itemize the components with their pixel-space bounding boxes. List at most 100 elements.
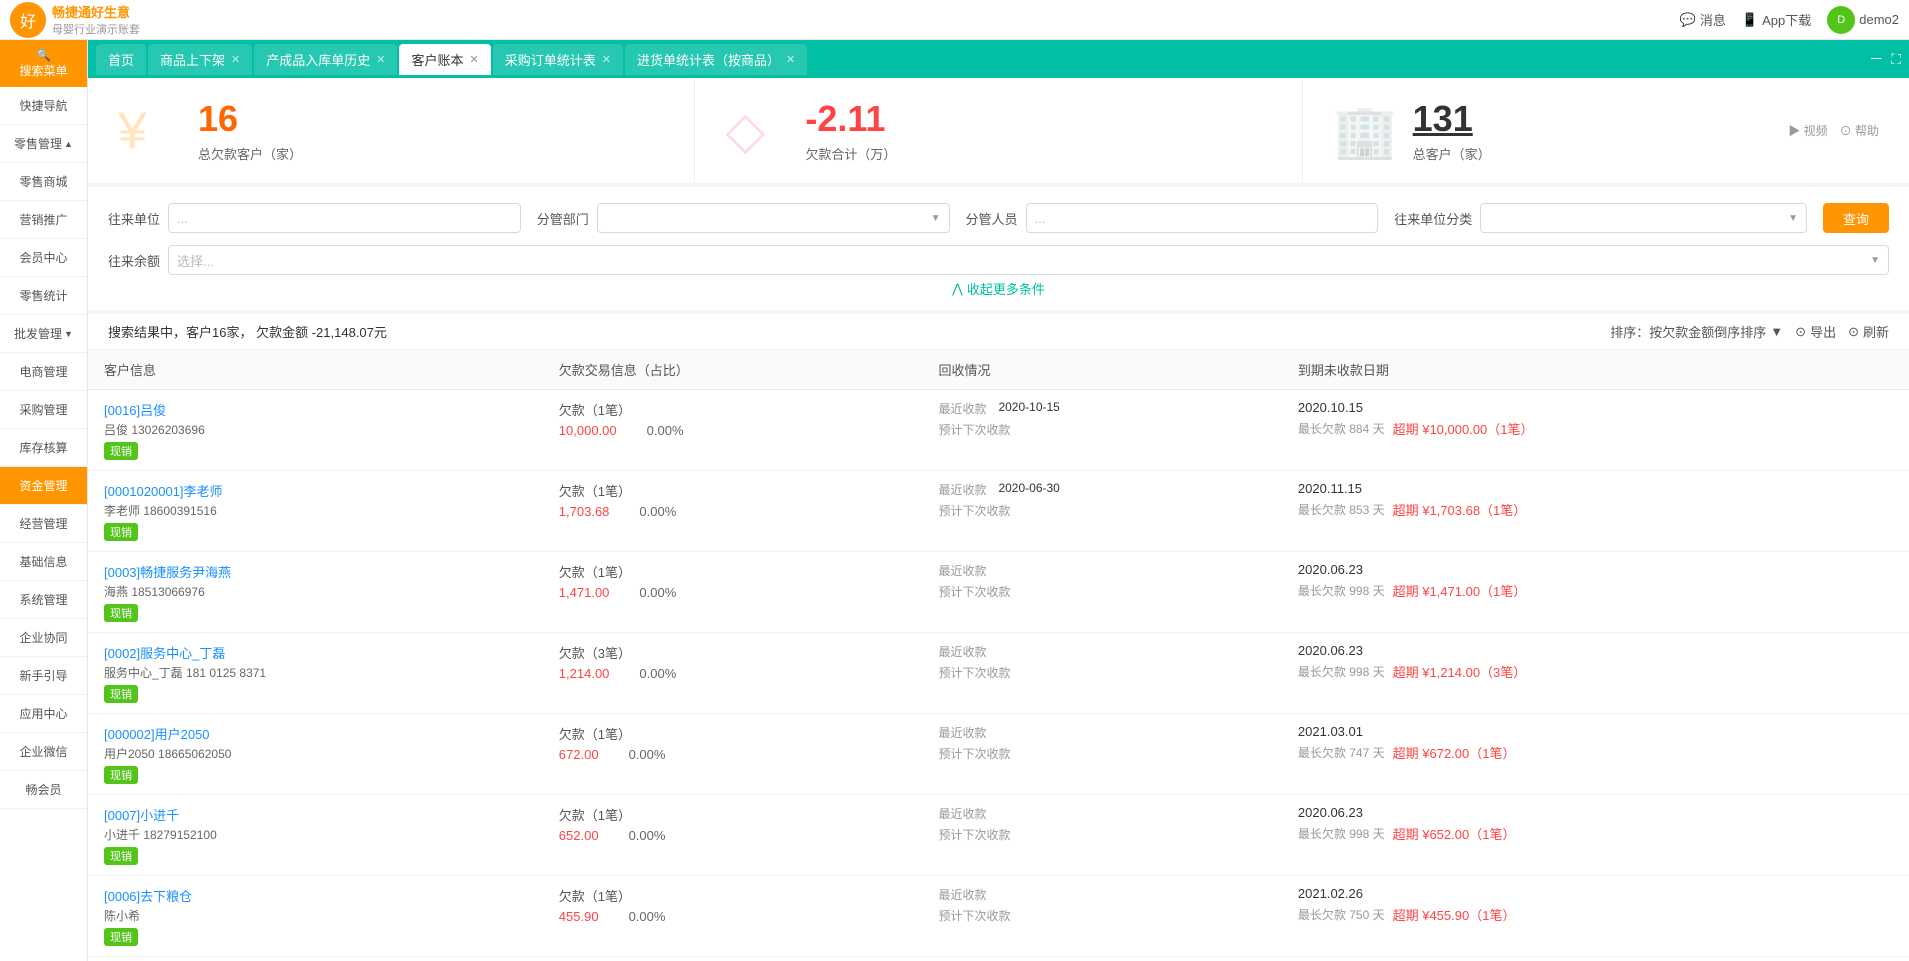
recovery-label2-0: 预计下次收款 xyxy=(938,423,1010,437)
debt-amount-1: 1,703.68 xyxy=(559,504,610,519)
customer-name-2[interactable]: [0003]畅捷服务尹海燕 xyxy=(104,562,527,581)
app-download-label: App下载 xyxy=(1762,10,1811,29)
overdue-amount-5[interactable]: 超期 ¥652.00（1笔） xyxy=(1393,824,1516,843)
overdue-amount-3[interactable]: 超期 ¥1,214.00（3笔） xyxy=(1393,662,1527,681)
cell-customer-7: [000001]黄思源 黄思源 13552700226 现销 xyxy=(88,957,543,961)
customer-name-5[interactable]: [0007]小进千 xyxy=(104,805,527,824)
cell-customer-2: [0003]畅捷服务尹海燕 海燕 18513066976 现销 xyxy=(88,552,543,633)
sidebar-search[interactable]: 🔍 搜索菜单 xyxy=(0,40,87,87)
debt-count-3: 欠款（3笔） xyxy=(559,643,907,662)
overdue-amount-2[interactable]: 超期 ¥1,471.00（1笔） xyxy=(1393,581,1527,600)
balance-select[interactable]: 选择... ▼ xyxy=(168,245,1889,275)
refresh-btn[interactable]: ⊙ 刷新 xyxy=(1848,322,1889,341)
cell-debt-5: 欠款（1笔） 652.00 0.00% xyxy=(543,795,923,876)
sidebar-item-wechat[interactable]: 企业微信 xyxy=(0,733,87,771)
sidebar-item-retail-stats[interactable]: 零售统计 xyxy=(0,277,87,315)
cell-due-6: 2021.02.26 最长欠款 750 天 超期 ¥455.90（1笔） xyxy=(1282,876,1909,957)
tab-production-history[interactable]: 产成品入库单历史 ✕ xyxy=(254,44,397,75)
table-row: [0003]畅捷服务尹海燕 海燕 18513066976 现销 欠款（1笔） 1… xyxy=(88,552,1909,633)
customer-name-4[interactable]: [000002]用户2050 xyxy=(104,724,527,743)
collapse-button[interactable]: ⋀ 收起更多条件 xyxy=(108,275,1889,302)
sidebar-item-inventory[interactable]: 库存核算 xyxy=(0,429,87,467)
sidebar-item-enterprise[interactable]: 企业协同 xyxy=(0,619,87,657)
sidebar-item-quick-nav[interactable]: 快捷导航 xyxy=(0,87,87,125)
sidebar-item-newbie[interactable]: 新手引导 xyxy=(0,657,87,695)
customer-contact-3: 服务中心_丁磊 181 0125 8371 xyxy=(104,664,527,681)
user-btn[interactable]: D demo2 xyxy=(1827,6,1899,34)
search-button[interactable]: 查询 xyxy=(1823,203,1889,233)
cell-customer-6: [0006]去下粮仓 陈小希 现销 xyxy=(88,876,543,957)
debt-amount-5: 652.00 xyxy=(559,828,599,843)
filter-from-unit: 往来单位 ... xyxy=(108,203,521,233)
tab-customer-account-close[interactable]: ✕ xyxy=(470,53,479,66)
sidebar-item-apps[interactable]: 应用中心 xyxy=(0,695,87,733)
tab-home[interactable]: 首页 xyxy=(96,44,146,75)
table-header: 客户信息 欠款交易信息（占比） 回收情况 到期未收款日期 xyxy=(88,350,1909,390)
dept-arrow: ▼ xyxy=(931,213,941,224)
expand-icon[interactable]: ⛶ xyxy=(1891,51,1901,68)
col-recovery: 回收情况 xyxy=(922,350,1281,390)
sidebar-label-enterprise: 企业协同 xyxy=(19,631,67,645)
debt-count-2: 欠款（1笔） xyxy=(559,562,907,581)
sidebar-item-purchase[interactable]: 采购管理 xyxy=(0,391,87,429)
from-unit-input[interactable]: ... xyxy=(168,203,521,233)
export-btn[interactable]: ⊙ 导出 xyxy=(1795,322,1836,341)
tab-customer-account[interactable]: 客户账本 ✕ xyxy=(399,44,490,75)
tab-purchase-stats-close[interactable]: ✕ xyxy=(786,53,795,66)
unit-class-select[interactable]: ▼ xyxy=(1480,203,1807,233)
cell-recovery-0: 最近收款 2020-10-15 预计下次收款 xyxy=(922,390,1281,471)
sidebar-item-marketing[interactable]: 营销推广 xyxy=(0,201,87,239)
overdue-amount-1[interactable]: 超期 ¥1,703.68（1笔） xyxy=(1393,500,1527,519)
tab-product-offshelf[interactable]: 商品上下架 ✕ xyxy=(148,44,252,75)
top-bar-right: 💬 消息 📱 App下载 D demo2 xyxy=(1680,6,1899,34)
cell-debt-2: 欠款（1笔） 1,471.00 0.00% xyxy=(543,552,923,633)
sort-select[interactable]: 排序：按欠款金额倒序排序 ▼ xyxy=(1610,322,1783,341)
tab-home-label: 首页 xyxy=(108,50,134,69)
sidebar-item-basic-info[interactable]: 基础信息 xyxy=(0,543,87,581)
recovery-date1-0: 2020-10-15 xyxy=(998,400,1059,417)
message-btn[interactable]: 💬 消息 xyxy=(1680,10,1726,29)
sidebar-item-operation[interactable]: 经营管理 xyxy=(0,505,87,543)
app-download-btn[interactable]: 📱 App下载 xyxy=(1742,10,1811,29)
sidebar-item-retail-store[interactable]: 零售商城 xyxy=(0,163,87,201)
cell-recovery-5: 最近收款 预计下次收款 xyxy=(922,795,1281,876)
sidebar-item-member2[interactable]: 畅会员 xyxy=(0,771,87,809)
sidebar-item-batch-mgmt[interactable]: 批发管理 ▼ xyxy=(0,315,87,353)
sidebar-item-member[interactable]: 会员中心 xyxy=(0,239,87,277)
manager-input[interactable]: ... xyxy=(1026,203,1379,233)
overdue-amount-4[interactable]: 超期 ¥672.00（1笔） xyxy=(1393,743,1516,762)
tab-product-offshelf-close[interactable]: ✕ xyxy=(231,53,240,66)
tab-purchase-order-close[interactable]: ✕ xyxy=(602,53,611,66)
sidebar-item-finance[interactable]: 资金管理 xyxy=(0,467,87,505)
cell-customer-4: [000002]用户2050 用户2050 18665062050 现销 xyxy=(88,714,543,795)
cell-customer-3: [0002]服务中心_丁磊 服务中心_丁磊 181 0125 8371 现销 xyxy=(88,633,543,714)
customer-name-3[interactable]: [0002]服务中心_丁磊 xyxy=(104,643,527,662)
customer-name-1[interactable]: [0001020001]李老师 xyxy=(104,481,527,500)
table-body: [0016]吕俊 吕俊 13026203696 现销 欠款（1笔） 10,000… xyxy=(88,390,1909,961)
yuan-icon: ¥ xyxy=(118,101,178,161)
dept-select[interactable]: ▼ xyxy=(597,203,950,233)
sidebar-item-retail-mgmt[interactable]: 零售管理 ▲ xyxy=(0,125,87,163)
overdue-amount-0[interactable]: 超期 ¥10,000.00（1笔） xyxy=(1393,419,1534,438)
recovery-label2-2: 预计下次收款 xyxy=(938,585,1010,599)
unit-class-arrow: ▼ xyxy=(1788,213,1798,224)
sidebar-item-ecommerce[interactable]: 电商管理 xyxy=(0,353,87,391)
video-btn[interactable]: ▶ 视频 xyxy=(1788,122,1827,139)
tab-purchase-order-label: 采购订单统计表 xyxy=(505,50,596,69)
debt-count-0: 欠款（1笔） xyxy=(559,400,907,419)
sidebar-item-system[interactable]: 系统管理 xyxy=(0,581,87,619)
help-btn[interactable]: ⊙ 帮助 xyxy=(1840,122,1879,139)
recovery-date1-1: 2020-06-30 xyxy=(998,481,1059,498)
overdue-amount-6[interactable]: 超期 ¥455.90（1笔） xyxy=(1393,905,1516,924)
debt-ratio-0: 0.00% xyxy=(647,423,684,438)
customer-tag-0: 现销 xyxy=(104,442,138,460)
tab-production-history-close[interactable]: ✕ xyxy=(376,53,385,66)
results-amount-text: 欠款金额 -21,148.07元 xyxy=(256,325,387,340)
customer-name-6[interactable]: [0006]去下粮仓 xyxy=(104,886,527,905)
tab-purchase-order[interactable]: 采购订单统计表 ✕ xyxy=(493,44,623,75)
tab-purchase-stats[interactable]: 进货单统计表（按商品） ✕ xyxy=(625,44,807,75)
cell-due-2: 2020.06.23 最长欠款 998 天 超期 ¥1,471.00（1笔） xyxy=(1282,552,1909,633)
customer-name-0[interactable]: [0016]吕俊 xyxy=(104,400,527,419)
minimize-icon[interactable]: － xyxy=(1869,49,1883,69)
results-header: 搜索结果中，客户16家， 欠款金额 -21,148.07元 排序：按欠款金额倒序… xyxy=(88,314,1909,350)
